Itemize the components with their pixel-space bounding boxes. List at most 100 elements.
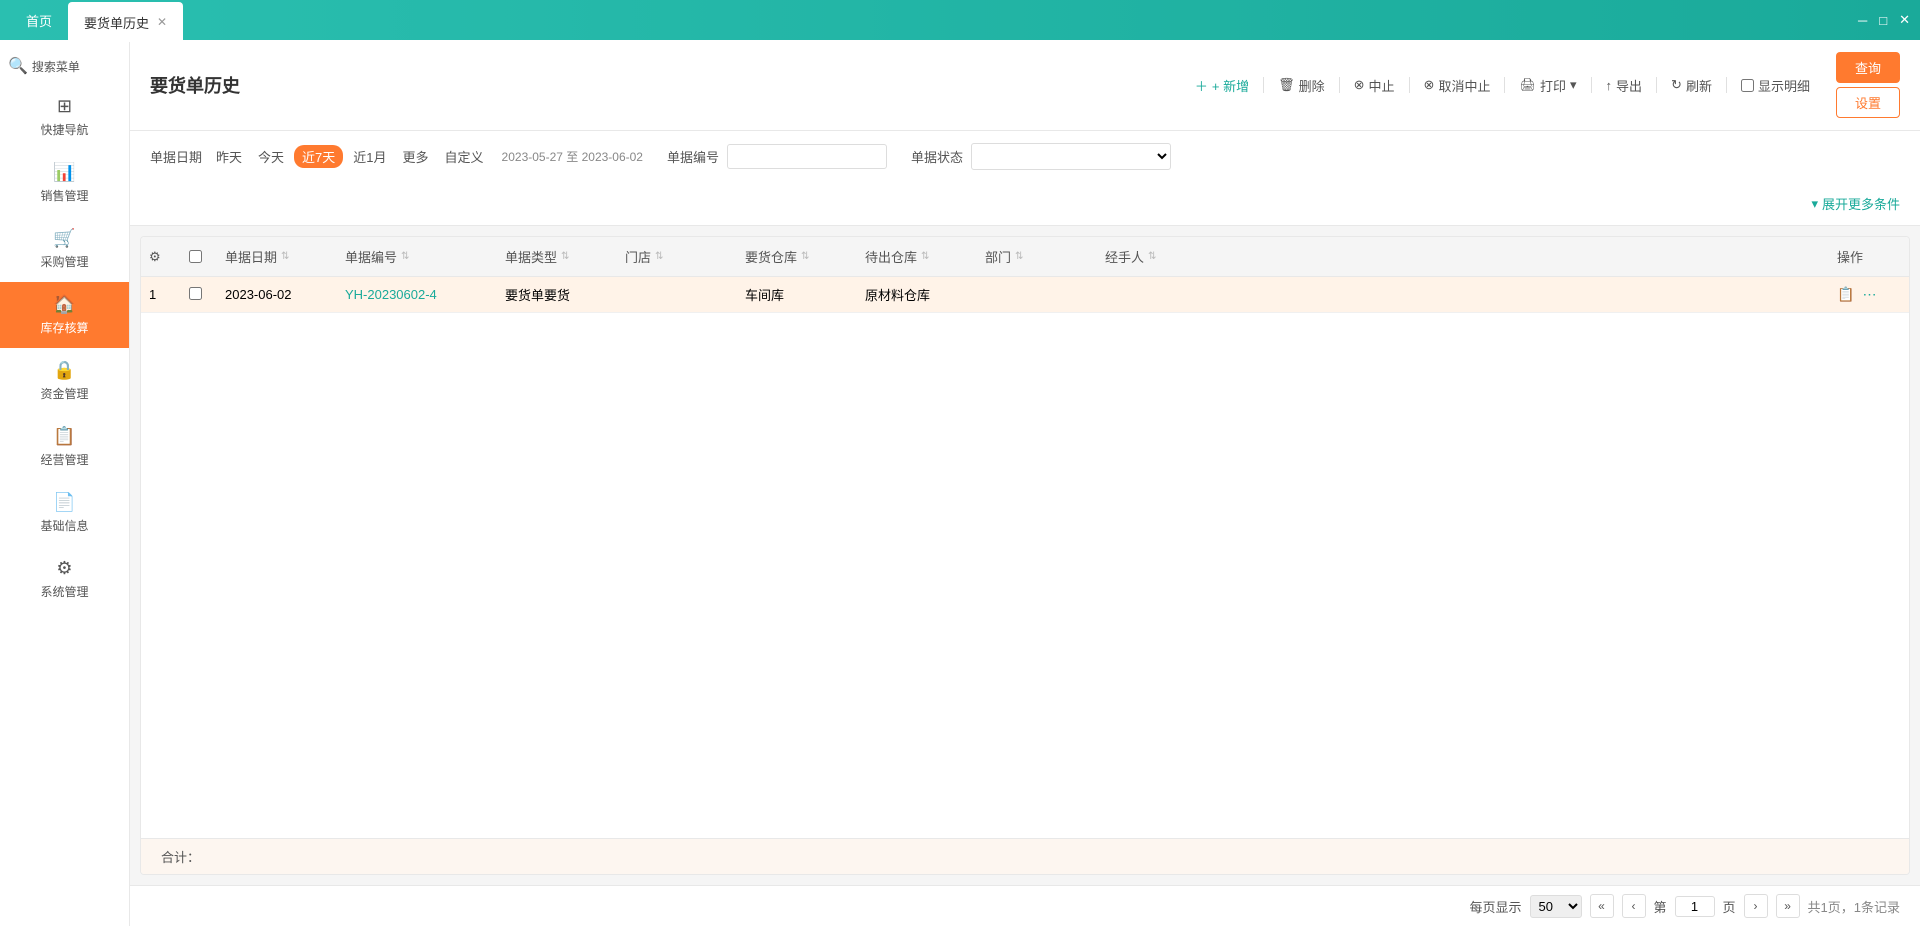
date-opt-today[interactable]: 今天 [252,145,290,168]
window-maximize-icon[interactable]: □ [1879,13,1887,28]
th-dept[interactable]: 部门 ⇅ [977,237,1097,276]
page-size-select[interactable]: 50 20 100 [1530,895,1582,918]
th-store-label: 门店 [625,247,651,266]
th-num[interactable]: 单据编号 ⇅ [337,237,497,276]
sidebar-search[interactable]: 🔍 搜索菜单 [0,48,129,84]
row-type: 要货单要货 [505,288,570,303]
last-page-button[interactable]: » [1776,894,1800,918]
delete-button[interactable]: 🗑 删除 [1278,76,1325,95]
date-opt-more[interactable]: 更多 [397,145,435,168]
delete-icon: 🗑 [1278,77,1295,93]
sort-icon-num: ⇅ [401,251,409,262]
date-opt-yesterday[interactable]: 昨天 [210,145,248,168]
sort-icon-date: ⇅ [281,251,289,262]
show-detail-check[interactable]: 显示明细 [1741,76,1810,95]
td-ops: 📋 ⋯ [1829,278,1909,311]
th-num-label: 单据编号 [345,247,397,266]
page-label-2: 页 [1723,897,1736,916]
divider4 [1504,77,1505,93]
th-store[interactable]: 门店 ⇅ [617,237,737,276]
content-area: 要货单历史 ＋ + 新增 🗑 删除 ⊗ 中止 ⊗ [130,40,1920,926]
refresh-icon: ↻ [1671,77,1682,93]
td-row-index: 1 [141,279,181,310]
th-settings[interactable]: ⚙ [141,239,181,275]
bill-no-input[interactable] [727,144,887,169]
filter-bar: 单据日期 昨天 今天 近7天 近1月 更多 自定义 2023-05-27 至 2… [130,131,1920,226]
delete-label: 删除 [1299,76,1325,95]
date-opt-1month[interactable]: 近1月 [347,145,392,168]
print-dropdown-icon: ▾ [1570,77,1577,93]
search-icon: 🔍 [8,56,28,76]
quick-nav-icon: ⊞ [57,96,72,117]
sidebar-item-operations[interactable]: 📋 经营管理 [0,414,129,480]
th-type[interactable]: 单据类型 ⇅ [497,237,617,276]
prev-page-button[interactable]: ‹ [1622,894,1646,918]
date-opt-7days[interactable]: 近7天 [294,145,343,168]
row-edit-icon[interactable]: 📋 [1837,286,1854,303]
th-warehouse[interactable]: 要货仓库 ⇅ [737,237,857,276]
td-type: 要货单要货 [497,277,617,312]
tab-close-icon[interactable]: ✕ [157,15,167,29]
status-select[interactable] [971,143,1171,170]
sidebar-item-purchase[interactable]: 🛒 采购管理 [0,216,129,282]
page-number-input[interactable] [1675,896,1715,917]
row-ops: 📋 ⋯ [1837,286,1901,303]
window-minimize-icon[interactable]: ─ [1858,13,1867,28]
query-button[interactable]: 查询 [1836,52,1900,83]
add-button[interactable]: ＋ + 新增 [1195,76,1249,95]
window-close-icon[interactable]: ✕ [1899,12,1910,28]
show-detail-checkbox[interactable] [1741,79,1754,92]
refresh-label: 刷新 [1686,76,1712,95]
th-date[interactable]: 单据日期 ⇅ [217,237,337,276]
sales-icon: 📊 [53,162,75,183]
refresh-button[interactable]: ↻ 刷新 [1671,76,1712,95]
stop-label: 中止 [1369,76,1395,95]
row-checkbox[interactable] [189,287,202,300]
sidebar-item-inventory[interactable]: 🏠 库存核算 [0,282,129,348]
add-icon: ＋ [1195,76,1208,95]
divider [1263,77,1264,93]
td-dept [977,287,1097,303]
row-pending: 原材料仓库 [865,288,930,303]
print-button[interactable]: 🖨 打印 ▾ [1519,76,1576,95]
sort-icon-dept: ⇅ [1015,251,1023,262]
stop-button[interactable]: ⊗ 中止 [1354,76,1395,95]
first-page-button[interactable]: « [1590,894,1614,918]
settings-col-icon: ⚙ [149,249,161,265]
sidebar-item-sales[interactable]: 📊 销售管理 [0,150,129,216]
sort-icon-warehouse: ⇅ [801,251,809,262]
export-button[interactable]: ↑ 导出 [1606,76,1643,95]
print-icon: 🖨 [1519,77,1536,93]
expand-more-button[interactable]: ▾ 展开更多条件 [1811,194,1900,213]
row-num-link[interactable]: YH-20230602-4 [345,287,437,302]
sidebar-item-quick-nav[interactable]: ⊞ 快捷导航 [0,84,129,150]
sidebar-item-system[interactable]: ⚙ 系统管理 [0,546,129,612]
date-opt-custom[interactable]: 自定义 [439,145,490,168]
td-pending: 原材料仓库 [857,277,977,312]
td-store [617,287,737,303]
sort-icon-type: ⇅ [561,251,569,262]
cancel-stop-button[interactable]: ⊗ 取消中止 [1424,76,1491,95]
sort-icon-store: ⇅ [655,251,663,262]
sidebar-item-label: 系统管理 [40,583,88,600]
date-options: 昨天 今天 近7天 近1月 更多 自定义 [210,145,490,168]
total-info: 共1页，1条记录 [1808,897,1900,916]
sidebar-item-label: 经营管理 [40,451,88,468]
tab-history[interactable]: 要货单历史 ✕ [68,2,183,42]
th-handler-label: 经手人 [1105,247,1144,266]
th-date-label: 单据日期 [225,247,277,266]
sidebar-item-basic-info[interactable]: 📄 基础信息 [0,480,129,546]
td-check [181,279,217,311]
tab-home[interactable]: 首页 [10,0,68,40]
sidebar-item-finance[interactable]: 🔒 资金管理 [0,348,129,414]
expand-more-icon: ▾ [1811,196,1818,212]
next-page-button[interactable]: › [1744,894,1768,918]
settings-button[interactable]: 设置 [1836,87,1900,118]
sidebar-item-label: 库存核算 [40,319,88,336]
th-handler[interactable]: 经手人 ⇅ [1097,237,1829,276]
row-more-icon[interactable]: ⋯ [1862,286,1876,303]
th-pending[interactable]: 待出仓库 ⇅ [857,237,977,276]
purchase-icon: 🛒 [53,228,75,249]
th-type-label: 单据类型 [505,247,557,266]
select-all-checkbox[interactable] [189,250,202,263]
